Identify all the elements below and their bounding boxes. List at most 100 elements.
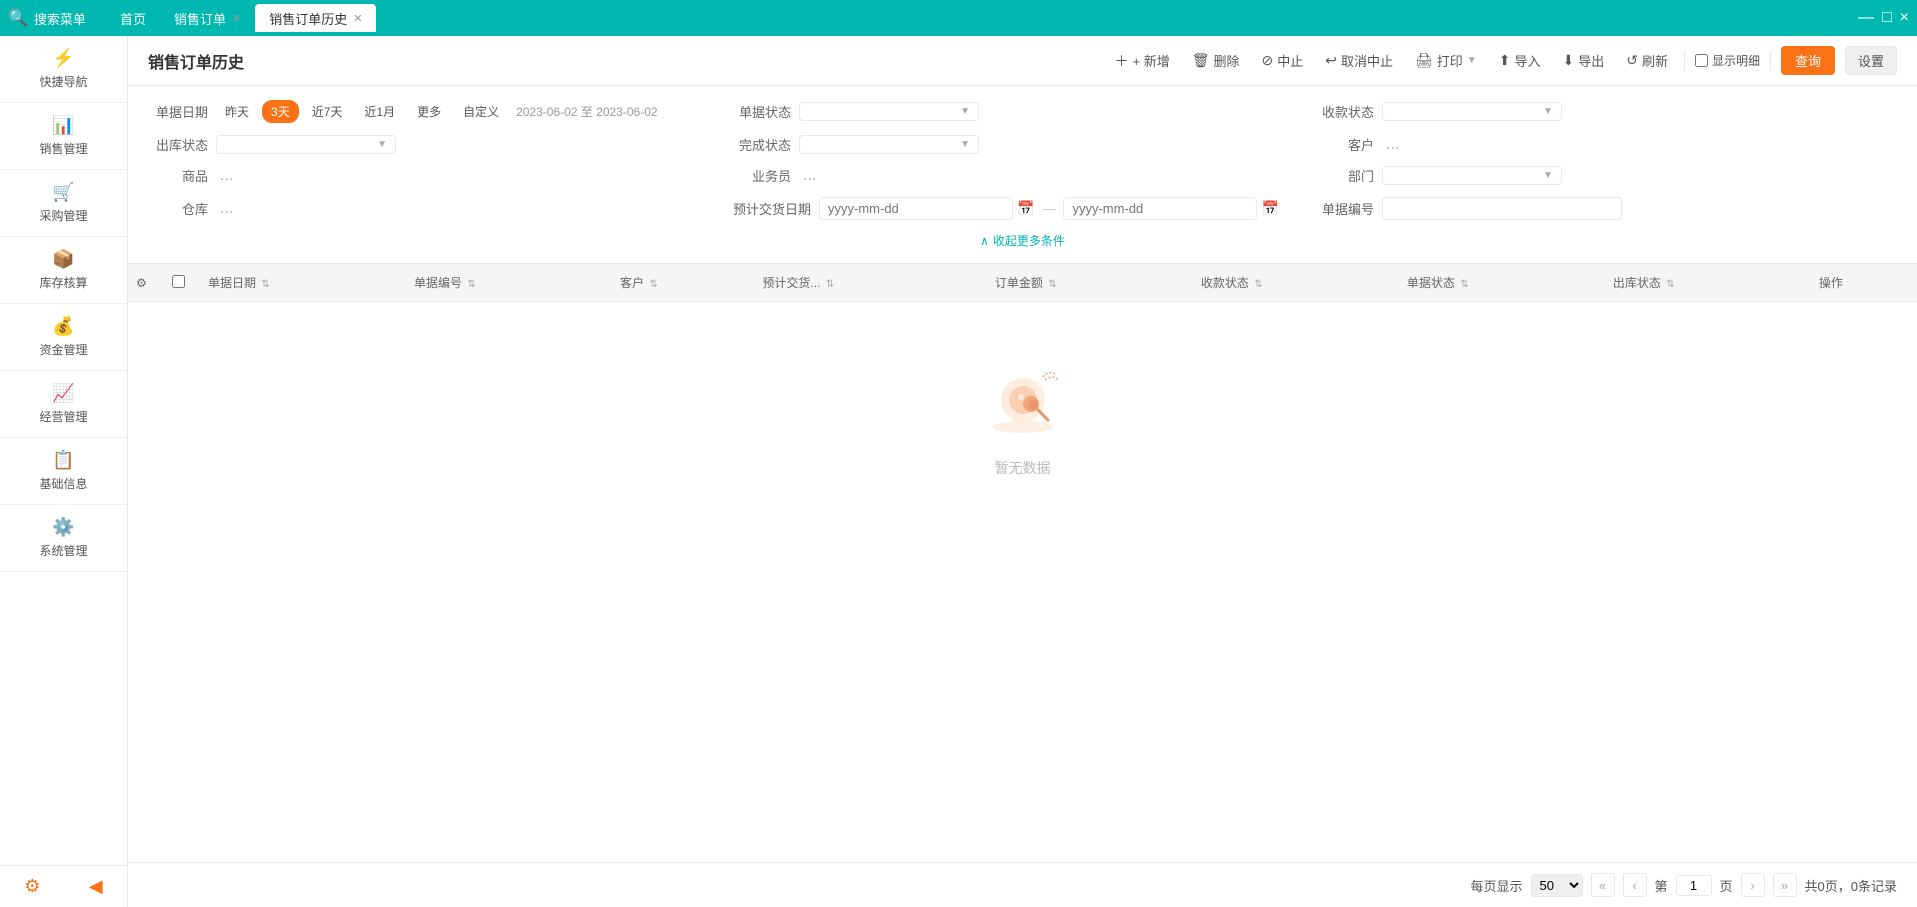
- bill-status-control: ▼: [799, 102, 1314, 121]
- search-bar[interactable]: 🔍 搜索菜单: [8, 8, 86, 28]
- sidebar-item-purchase-mgmt[interactable]: 🛒 采购管理: [0, 170, 127, 237]
- dept-select[interactable]: ▼: [1382, 166, 1562, 185]
- tab-sales-order-history[interactable]: 销售订单历史 ✕: [255, 4, 376, 32]
- query-button[interactable]: 查询: [1781, 46, 1835, 75]
- sidebar-item-inventory-calc[interactable]: 📦 库存核算: [0, 237, 127, 304]
- sidebar-item-ops-mgmt[interactable]: 📈 经营管理: [0, 371, 127, 438]
- tab-sales-order-history-close[interactable]: ✕: [353, 12, 362, 25]
- sidebar-settings-icon[interactable]: ⚙: [24, 876, 40, 897]
- select-all-checkbox[interactable]: [172, 275, 185, 288]
- import-button[interactable]: ⬆ 导入: [1493, 48, 1547, 73]
- cancel-stop-button[interactable]: ↩ 取消中止: [1319, 48, 1399, 73]
- th-bill-number-label: 单据编号: [414, 276, 462, 290]
- th-bill-date[interactable]: 单据日期 ⇅: [200, 264, 406, 302]
- sidebar-item-quick-nav[interactable]: ⚡ 快捷导航: [0, 36, 127, 103]
- settings-button[interactable]: 设置: [1845, 46, 1897, 75]
- sidebar-item-finance-mgmt-label: 资金管理: [39, 341, 87, 358]
- out-stock-select[interactable]: ▼: [216, 135, 396, 154]
- sort-icon-bill-status: ⇅: [1460, 279, 1468, 290]
- date-pill-custom[interactable]: 自定义: [454, 100, 508, 123]
- filter-customer: 客户 ...: [1314, 135, 1897, 154]
- date-range-display: 2023-06-02 至 2023-06-02: [516, 103, 657, 120]
- th-expected-delivery-label: 预计交货...: [762, 276, 820, 290]
- complete-status-select[interactable]: ▼: [799, 135, 979, 154]
- sort-icon-out-stock-status: ⇅: [1666, 279, 1674, 290]
- filter-expected-delivery: 预计交货日期 📅 — 📅: [731, 197, 1314, 220]
- per-page-select[interactable]: 50 10 20 100: [1531, 874, 1583, 897]
- tab-home-label: 首页: [120, 9, 146, 28]
- customer-ellipsis[interactable]: ...: [1382, 136, 1403, 154]
- first-page-btn[interactable]: «: [1591, 873, 1615, 897]
- receipt-status-select[interactable]: ▼: [1382, 102, 1562, 121]
- refresh-button[interactable]: ↺ 刷新: [1620, 48, 1674, 73]
- sys-mgmt-icon: ⚙️: [52, 517, 74, 538]
- tab-sales-order-close[interactable]: ✕: [232, 12, 241, 25]
- close-btn[interactable]: ×: [1900, 9, 1909, 27]
- tab-sales-order-history-label: 销售订单历史: [269, 9, 347, 28]
- sidebar-item-ops-mgmt-label: 经营管理: [39, 408, 87, 425]
- th-operations: 操作: [1811, 264, 1917, 302]
- sort-icon-expected-delivery: ⇅: [826, 279, 834, 290]
- stop-label: 中止: [1277, 51, 1303, 70]
- th-check[interactable]: [164, 264, 200, 302]
- date-pill-3days[interactable]: 3天: [262, 100, 299, 123]
- display-detail-checkbox[interactable]: [1695, 54, 1708, 67]
- date-to-input[interactable]: [1063, 197, 1257, 220]
- main-layout: ⚡ 快捷导航 📊 销售管理 🛒 采购管理 📦 库存核算 💰 资金管理 📈 经营管…: [0, 36, 1917, 907]
- top-bar: 🔍 搜索菜单 首页 销售订单 ✕ 销售订单历史 ✕ — □ ×: [0, 0, 1917, 36]
- salesperson-label: 业务员: [731, 166, 791, 185]
- import-icon: ⬆: [1499, 52, 1511, 69]
- collapse-button[interactable]: ∧ 收起更多条件: [980, 232, 1065, 249]
- date-pill-7days[interactable]: 近7天: [303, 100, 352, 123]
- filter-bill-status: 单据状态 ▼: [731, 102, 1314, 121]
- bill-status-select[interactable]: ▼: [799, 102, 979, 121]
- receipt-status-chevron: ▼: [1543, 106, 1553, 117]
- print-label: 打印: [1437, 51, 1463, 70]
- sidebar-item-sys-mgmt[interactable]: ⚙️ 系统管理: [0, 505, 127, 572]
- date-from-cal-icon[interactable]: 📅: [1017, 200, 1034, 217]
- page-number-input[interactable]: [1676, 875, 1712, 896]
- sidebar-collapse-icon[interactable]: ◀: [89, 876, 103, 897]
- restore-btn[interactable]: □: [1882, 9, 1892, 27]
- salesperson-control: ...: [799, 167, 1314, 185]
- delete-button[interactable]: 🗑 删除: [1186, 48, 1246, 73]
- th-settings[interactable]: ⚙: [128, 264, 164, 302]
- th-bill-number[interactable]: 单据编号 ⇅: [406, 264, 612, 302]
- date-pill-more[interactable]: 更多: [408, 100, 450, 123]
- th-customer[interactable]: 客户 ⇅: [612, 264, 754, 302]
- print-button[interactable]: 🖨 打印 ▼: [1409, 48, 1483, 73]
- tab-sales-order[interactable]: 销售订单 ✕: [160, 4, 255, 32]
- th-bill-status[interactable]: 单据状态 ⇅: [1399, 264, 1605, 302]
- date-to-cal-icon[interactable]: 📅: [1261, 200, 1278, 217]
- new-button[interactable]: ＋ + 新增: [1108, 48, 1175, 74]
- base-info-icon: 📋: [52, 450, 74, 471]
- th-order-amount[interactable]: 订单金额 ⇅: [987, 264, 1193, 302]
- date-pill-1month[interactable]: 近1月: [355, 100, 404, 123]
- sidebar-item-finance-mgmt[interactable]: 💰 资金管理: [0, 304, 127, 371]
- last-page-btn[interactable]: »: [1773, 873, 1797, 897]
- sidebar-item-sales-mgmt[interactable]: 📊 销售管理: [0, 103, 127, 170]
- th-expected-delivery[interactable]: 预计交货... ⇅: [754, 264, 987, 302]
- th-out-stock-status[interactable]: 出库状态 ⇅: [1605, 264, 1811, 302]
- date-from-input[interactable]: [819, 197, 1013, 220]
- collapse-row: ∧ 收起更多条件: [148, 232, 1897, 249]
- next-page-btn[interactable]: ›: [1741, 873, 1765, 897]
- minimize-btn[interactable]: —: [1858, 9, 1874, 27]
- export-button[interactable]: ⬇ 导出: [1556, 48, 1610, 73]
- cancel-stop-label: 取消中止: [1341, 51, 1393, 70]
- sidebar-item-base-info[interactable]: 📋 基础信息: [0, 438, 127, 505]
- next-page-icon: ›: [1750, 878, 1754, 893]
- display-detail-checkbox-area[interactable]: 显示明细: [1695, 52, 1760, 69]
- warehouse-ellipsis[interactable]: ...: [216, 200, 237, 218]
- salesperson-ellipsis[interactable]: ...: [799, 167, 820, 185]
- stop-button[interactable]: ⊘ 中止: [1256, 48, 1310, 73]
- th-receipt-status[interactable]: 收款状态 ⇅: [1193, 264, 1399, 302]
- product-ellipsis[interactable]: ...: [216, 167, 237, 185]
- date-pill-yesterday[interactable]: 昨天: [216, 100, 258, 123]
- prev-page-btn[interactable]: ‹: [1623, 873, 1647, 897]
- bill-number-input[interactable]: [1382, 197, 1622, 220]
- settings-icon: ⚙: [136, 276, 147, 290]
- refresh-icon: ↺: [1626, 52, 1638, 69]
- tab-home[interactable]: 首页: [106, 4, 160, 32]
- date-sep: —: [1038, 201, 1059, 216]
